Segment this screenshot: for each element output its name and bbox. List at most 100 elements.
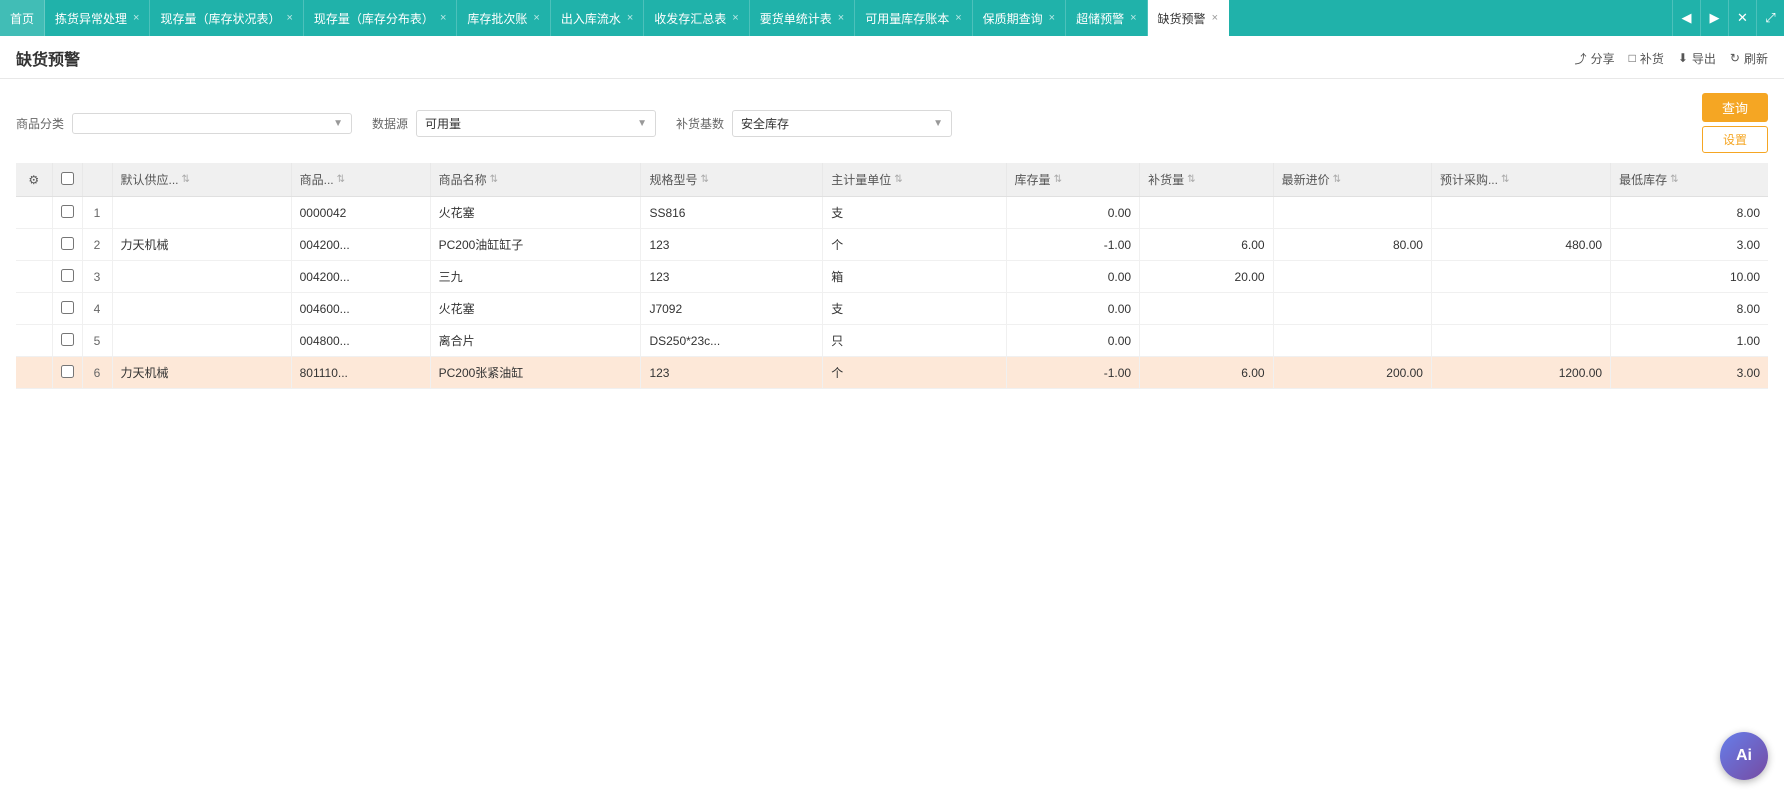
table-row[interactable]: 4 004600... 火花塞 J7092 支 0.00 8.00	[16, 293, 1768, 325]
row-min-stock: 3.00	[1611, 357, 1768, 389]
th-spec[interactable]: 规格型号 ⇅	[641, 163, 823, 197]
tab-inout-close[interactable]: ×	[627, 12, 633, 24]
th-spec-label: 规格型号	[649, 171, 697, 188]
tab-stock-status-close[interactable]: ×	[286, 12, 292, 24]
tab-bar: 首页 拣货异常处理 × 现存量（库存状况表） × 现存量（库存分布表） × 库存…	[0, 0, 1784, 36]
th-supplier[interactable]: 默认供应... ⇅	[112, 163, 291, 197]
tab-demand[interactable]: 要货单统计表 ×	[750, 0, 855, 36]
row-latest-price	[1273, 325, 1431, 357]
row-name: PC200张紧油缸	[430, 357, 641, 389]
th-checkbox[interactable]	[52, 163, 82, 197]
row-checkbox[interactable]	[61, 205, 74, 218]
tab-inout[interactable]: 出入库流水 ×	[551, 0, 644, 36]
th-name-sort-icon: ⇅	[490, 174, 498, 185]
tab-stock-dist-close[interactable]: ×	[440, 12, 446, 24]
tab-expiry-close[interactable]: ×	[1049, 12, 1055, 24]
row-checkbox-cell[interactable]	[52, 293, 82, 325]
th-unit-label: 主计量单位	[831, 171, 891, 188]
row-checkbox[interactable]	[61, 333, 74, 346]
th-seq	[82, 163, 112, 197]
row-latest-price: 80.00	[1273, 229, 1431, 261]
row-code: 004200...	[291, 229, 430, 261]
tab-collect-close[interactable]: ×	[732, 12, 738, 24]
tab-stock-status[interactable]: 现存量（库存状况表） ×	[150, 0, 303, 36]
replenish-button[interactable]: □ 补货	[1629, 50, 1664, 67]
table-row[interactable]: 1 0000042 火花塞 SS816 支 0.00 8.00	[16, 197, 1768, 229]
th-gear[interactable]: ⚙	[16, 163, 52, 197]
th-spec-sort-icon: ⇅	[700, 174, 708, 185]
tab-prev-button[interactable]: ◀	[1672, 0, 1700, 36]
share-label: 分享	[1591, 50, 1615, 67]
tab-expiry[interactable]: 保质期查询 ×	[973, 0, 1066, 36]
row-code: 004800...	[291, 325, 430, 357]
th-unit[interactable]: 主计量单位 ⇅	[823, 163, 1006, 197]
row-name: 离合片	[430, 325, 641, 357]
th-stock[interactable]: 库存量 ⇅	[1006, 163, 1140, 197]
th-min-stock[interactable]: 最低库存 ⇅	[1611, 163, 1768, 197]
th-est-purchase[interactable]: 预计采购... ⇅	[1431, 163, 1610, 197]
th-replenish[interactable]: 补货量 ⇅	[1140, 163, 1274, 197]
row-gear-cell	[16, 325, 52, 357]
row-stock: 0.00	[1006, 325, 1140, 357]
ai-badge-label: Ai	[1736, 747, 1752, 765]
table-row[interactable]: 6 力天机械 801110... PC200张紧油缸 123 个 -1.00 6…	[16, 357, 1768, 389]
row-checkbox[interactable]	[61, 365, 74, 378]
tab-next-button[interactable]: ▶	[1700, 0, 1728, 36]
category-select[interactable]: ▼	[72, 113, 352, 134]
tab-available[interactable]: 可用量库存账本 ×	[855, 0, 972, 36]
tab-overstock-close[interactable]: ×	[1130, 12, 1136, 24]
th-est-purchase-sort-icon: ⇅	[1501, 174, 1509, 185]
th-code[interactable]: 商品... ⇅	[291, 163, 430, 197]
row-name: 火花塞	[430, 293, 641, 325]
tab-collect[interactable]: 收发存汇总表 ×	[644, 0, 749, 36]
row-checkbox-cell[interactable]	[52, 325, 82, 357]
row-replenish: 20.00	[1140, 261, 1274, 293]
row-gear-cell	[16, 357, 52, 389]
export-icon: ⬇	[1678, 51, 1688, 65]
tab-shortage-close[interactable]: ×	[1212, 12, 1218, 24]
th-replenish-label: 补货量	[1148, 171, 1184, 188]
refresh-button[interactable]: ↻ 刷新	[1730, 50, 1768, 67]
header-checkbox[interactable]	[61, 172, 74, 185]
tab-batch[interactable]: 库存批次账 ×	[457, 0, 550, 36]
ai-assistant-button[interactable]: Ai	[1720, 732, 1768, 780]
table-row[interactable]: 2 力天机械 004200... PC200油缸缸子 123 个 -1.00 6…	[16, 229, 1768, 261]
category-filter-group: 商品分类 ▼	[16, 113, 352, 134]
row-checkbox-cell[interactable]	[52, 229, 82, 261]
tab-stock-dist[interactable]: 现存量（库存分布表） ×	[304, 0, 457, 36]
tab-overstock[interactable]: 超储预警 ×	[1066, 0, 1147, 36]
row-stock: 0.00	[1006, 197, 1140, 229]
th-name[interactable]: 商品名称 ⇅	[430, 163, 641, 197]
tab-batch-close[interactable]: ×	[533, 12, 539, 24]
share-button[interactable]: ⤴ 分享	[1575, 50, 1615, 67]
tab-demand-close[interactable]: ×	[838, 12, 844, 24]
row-replenish: 6.00	[1140, 357, 1274, 389]
row-checkbox[interactable]	[61, 237, 74, 250]
row-replenish	[1140, 293, 1274, 325]
tab-close-button[interactable]: ✕	[1728, 0, 1756, 36]
th-code-label: 商品...	[300, 171, 334, 188]
replenish-base-select[interactable]: 安全库存 ▼	[732, 110, 952, 137]
table-row[interactable]: 5 004800... 离合片 DS250*23c... 只 0.00 1.00	[16, 325, 1768, 357]
query-button[interactable]: 查询	[1702, 93, 1768, 122]
th-latest-price[interactable]: 最新进价 ⇅	[1273, 163, 1431, 197]
row-checkbox-cell[interactable]	[52, 261, 82, 293]
row-checkbox-cell[interactable]	[52, 197, 82, 229]
row-latest-price	[1273, 261, 1431, 293]
row-seq: 5	[82, 325, 112, 357]
settings-button[interactable]: 设置	[1702, 126, 1768, 153]
row-est-purchase	[1431, 325, 1610, 357]
row-checkbox-cell[interactable]	[52, 357, 82, 389]
export-button[interactable]: ⬇ 导出	[1678, 50, 1716, 67]
tab-fullscreen-button[interactable]: ⤢	[1756, 0, 1784, 36]
tab-shortage[interactable]: 缺货预警 ×	[1148, 0, 1229, 36]
row-checkbox[interactable]	[61, 301, 74, 314]
tab-home[interactable]: 首页	[0, 0, 45, 36]
tab-abnormal[interactable]: 拣货异常处理 ×	[45, 0, 150, 36]
datasource-select[interactable]: 可用量 ▼	[416, 110, 656, 137]
row-name: 三九	[430, 261, 641, 293]
tab-available-close[interactable]: ×	[955, 12, 961, 24]
row-checkbox[interactable]	[61, 269, 74, 282]
tab-abnormal-close[interactable]: ×	[133, 12, 139, 24]
table-row[interactable]: 3 004200... 三九 123 箱 0.00 20.00 10.00	[16, 261, 1768, 293]
